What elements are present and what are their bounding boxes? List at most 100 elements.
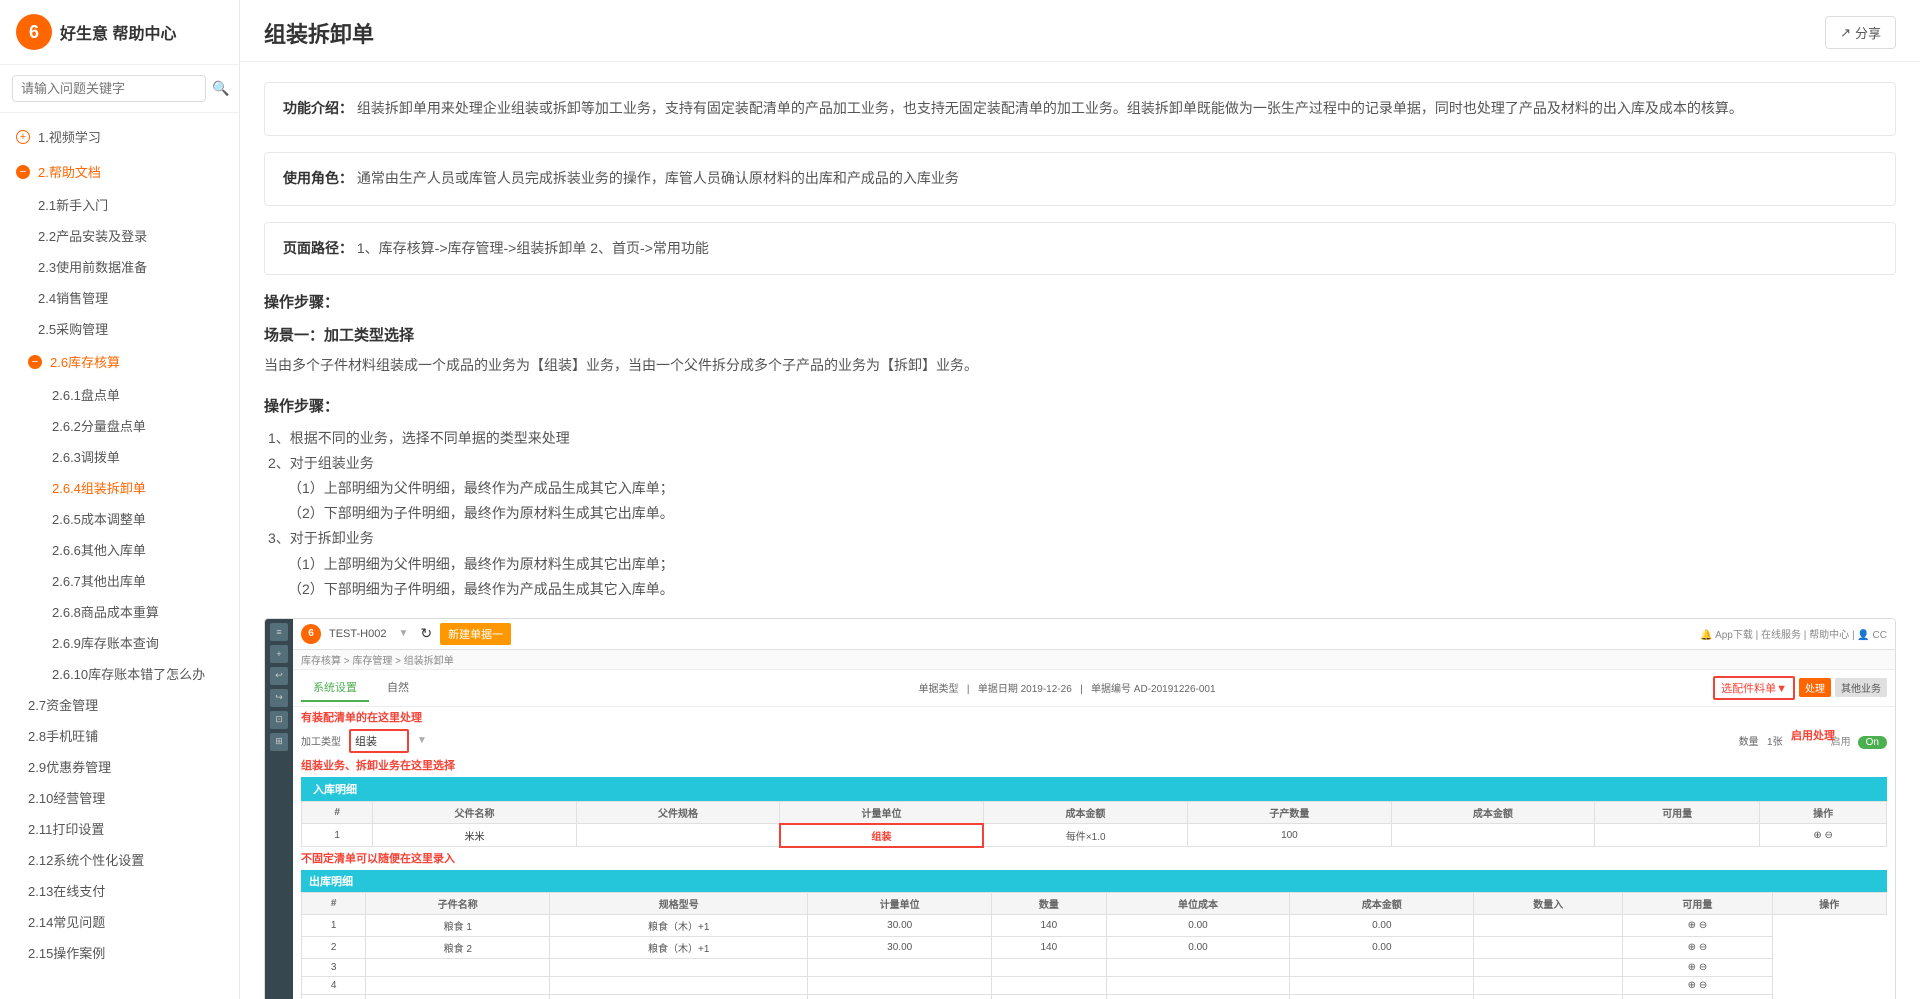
mock-tab-active: 系统设置 <box>301 674 369 702</box>
sidebar-item-inventory[interactable]: − 2.6库存核算 <box>0 344 239 379</box>
main-content-area: 组装拆卸单 ↗ 分享 功能介绍： 组装拆卸单用来处理企业组装或拆卸等加工业务，支… <box>240 0 1920 999</box>
sidebar-item-ops[interactable]: 2.10经营管理 <box>0 782 239 813</box>
sidebar-item-custom[interactable]: 2.12系统个性化设置 <box>0 844 239 875</box>
th-child-qty: 数量 <box>992 892 1106 914</box>
mock-qty-label: 数量 1张 <box>1739 733 1783 748</box>
sidebar-item-docs[interactable]: − 2.帮助文档 <box>0 154 239 189</box>
page-title: 组装拆卸单 <box>264 17 374 49</box>
sidebar-item-sales[interactable]: 2.4销售管理 <box>0 282 239 313</box>
mock-topbar-dropdown: ▼ <box>398 628 408 639</box>
td-action: ⊕ ⊖ <box>1760 824 1887 847</box>
step2-sub2: （2）下部明细为子件明细，最终作为原材料生成其它出库单。 <box>264 501 1896 526</box>
mock-process-btn: 处理 <box>1799 678 1831 697</box>
role-label: 使用角色： <box>283 170 353 186</box>
sidebar-item-costadj[interactable]: 2.6.5成本调整单 <box>0 503 239 534</box>
sidebar-item-label: 1.视频学习 <box>38 127 101 146</box>
mock-window-inner: ≡ + ↩ ↪ ⊡ ⊞ 6 TEST-H002 ▼ ↻ 新建单据一 <box>265 619 1895 999</box>
sidebar-item-prepare[interactable]: 2.3使用前数据准备 <box>0 251 239 282</box>
annotation-text3: 不固定清单可以随便在这里录入 <box>301 853 455 865</box>
parent-table-header: 入库明细 <box>301 777 1887 801</box>
on-toggle: On <box>1858 736 1887 749</box>
intro-label: 功能介绍： <box>283 100 353 116</box>
th-child-unit: 计量单位 <box>808 892 992 914</box>
minus-icon-inv: − <box>28 355 42 369</box>
path-text: 1、库存核算->库存管理->组装拆卸单 2、首页->常用功能 <box>357 240 709 256</box>
sidebar-item-new[interactable]: 2.1新手入门 <box>0 189 239 220</box>
annotation-assembly-list: 选配件料单▼ <box>1713 676 1795 700</box>
sidebar-item-finance[interactable]: 2.7资金管理 <box>0 689 239 720</box>
mock-logo: 6 <box>301 624 321 644</box>
sidebar-item-faq[interactable]: 2.14常见问题 <box>0 906 239 937</box>
mock-refresh-icon: ↻ <box>420 625 432 642</box>
sidebar: 6 好生意 帮助中心 🔍 + 1.视频学习 − 2.帮助文档 2.1新手入门 2… <box>0 0 240 999</box>
step2-sub1: （1）上部明细为父件明细，最终作为产成品生成其它入库单； <box>264 476 1896 501</box>
sidebar-item-stockcheck[interactable]: 2.6.1盘点单 <box>0 379 239 410</box>
th-ops: 操作 <box>1760 801 1887 824</box>
step3: 3、对于拆卸业务 <box>264 526 1896 551</box>
sidebar-item-adjust[interactable]: 2.6.3调拨单 <box>0 441 239 472</box>
mock-tab-natural: 自然 <box>375 674 421 702</box>
th-no: # <box>302 801 373 824</box>
sidebar-item-stockquery[interactable]: 2.6.9库存账本查询 <box>0 627 239 658</box>
sidebar-item-install[interactable]: 2.2产品安装及登录 <box>0 220 239 251</box>
step1: 1、根据不同的业务，选择不同单据的类型来处理 <box>264 426 1896 451</box>
sidebar-item-online[interactable]: 2.13在线支付 <box>0 875 239 906</box>
step2: 2、对于组装业务 <box>264 451 1896 476</box>
main-header: 组装拆卸单 ↗ 分享 <box>240 0 1920 62</box>
sidebar-item-video[interactable]: + 1.视频学习 <box>0 119 239 154</box>
th-total-cost: 成本金额 <box>1290 892 1474 914</box>
parent-table-area: 入库明细 # 父件名称 父件规格 计量单位 成本金额 子产数量 <box>293 777 1895 848</box>
sidebar-item-partstock[interactable]: 2.6.2分量盘点单 <box>0 410 239 441</box>
step3-sub1: （1）上部明细为父件明细，最终作为原材料生成其它出库单； <box>264 552 1896 577</box>
intro-block: 功能介绍： 组装拆卸单用来处理企业组装或拆卸等加工业务，支持有固定装配清单的产品… <box>264 82 1896 136</box>
search-icon[interactable]: 🔍 <box>212 80 229 97</box>
sidebar-item-assembly[interactable]: 2.6.4组装拆卸单 <box>0 472 239 503</box>
sidebar-item-coupon[interactable]: 2.9优惠券管理 <box>0 751 239 782</box>
type-label: 加工类型 <box>301 733 341 748</box>
share-button[interactable]: ↗ 分享 <box>1825 16 1896 49</box>
th-child-spec: 规格型号 <box>550 892 808 914</box>
sidebar-item-purchase[interactable]: 2.5采购管理 <box>0 313 239 344</box>
child-table-row: 1 粮食 1 粮食（木）+1 30.00 140 0.00 0.00 ⊕ ⊖ <box>302 914 1887 936</box>
td-cost1: 每件×1.0 <box>983 824 1187 847</box>
search-area: 🔍 <box>0 65 239 113</box>
dropdown-arrow: ▼ <box>417 735 427 746</box>
sidebar-nav: + 1.视频学习 − 2.帮助文档 2.1新手入门 2.2产品安装及登录 2.3… <box>0 113 239 999</box>
sidebar-item-inother[interactable]: 2.6.6其他入库单 <box>0 534 239 565</box>
annotation-row3: 不固定清单可以随便在这里录入 <box>293 848 1895 870</box>
sidebar-item-label: 2.6库存核算 <box>50 352 120 371</box>
type-select-row: 加工类型 组装 ▼ 数量 1张 启用 On <box>293 725 1895 757</box>
th-available: 可用量 <box>1595 801 1760 824</box>
sidebar-item-mobile[interactable]: 2.8手机旺铺 <box>0 720 239 751</box>
th-child-ops: 操作 <box>1772 892 1887 914</box>
td-name: 米米 <box>373 824 576 847</box>
sidebar-item-costrecalc[interactable]: 2.6.8商品成本重算 <box>0 596 239 627</box>
annotation-row2: 组装业务、拆卸业务在这里选择 <box>293 757 1895 777</box>
sidebar-item-outother[interactable]: 2.6.7其他出库单 <box>0 565 239 596</box>
child-table-header: 出库明细 <box>301 870 1887 892</box>
mock-topbar-extras: 🔔 App下载 | 在线服务 | 帮助中心 | 👤 CC <box>1700 626 1887 641</box>
sidebar-item-stockerr[interactable]: 2.6.10库存账本错了怎么办 <box>0 658 239 689</box>
mock-doc-toolbar: 系统设置 自然 单据类型 | 单据日期 2019-12-26 | 单据编号 AD… <box>293 670 1895 707</box>
mock-other-btn: 其他业务 <box>1835 678 1887 697</box>
annotation-enable: 启用处理 <box>1791 727 1835 743</box>
child-table-row: 4⊕ ⊖ <box>302 976 1887 994</box>
th-name: 父件名称 <box>373 801 576 824</box>
sidebar-item-cases[interactable]: 2.15操作案例 <box>0 937 239 968</box>
logo-area: 6 好生意 帮助中心 <box>0 0 239 65</box>
child-table-row: 3⊕ ⊖ <box>302 958 1887 976</box>
step3-sub2: （2）下部明细为子件明细，最终作为产成品生成其它入库单。 <box>264 577 1896 602</box>
path-block: 页面路径： 1、库存核算->库存管理->组装拆卸单 2、首页->常用功能 <box>264 222 1896 276</box>
logo-text: 好生意 帮助中心 <box>60 20 176 44</box>
mock-new-doc-btn: 新建单据一 <box>440 623 511 645</box>
side-icon-5: ⊡ <box>270 711 288 729</box>
side-icon-3: ↩ <box>270 667 288 685</box>
side-icon-1: ≡ <box>270 623 288 641</box>
th-sub-qty: 子产数量 <box>1188 801 1391 824</box>
th-child-avail: 可用量 <box>1623 892 1772 914</box>
sidebar-item-print[interactable]: 2.11打印设置 <box>0 813 239 844</box>
search-input[interactable] <box>12 75 206 102</box>
path-label: 页面路径： <box>283 240 353 256</box>
side-icon-6: ⊞ <box>270 733 288 751</box>
mock-breadcrumb: 库存核算 > 库存管理 > 组装拆卸单 <box>293 650 1895 670</box>
